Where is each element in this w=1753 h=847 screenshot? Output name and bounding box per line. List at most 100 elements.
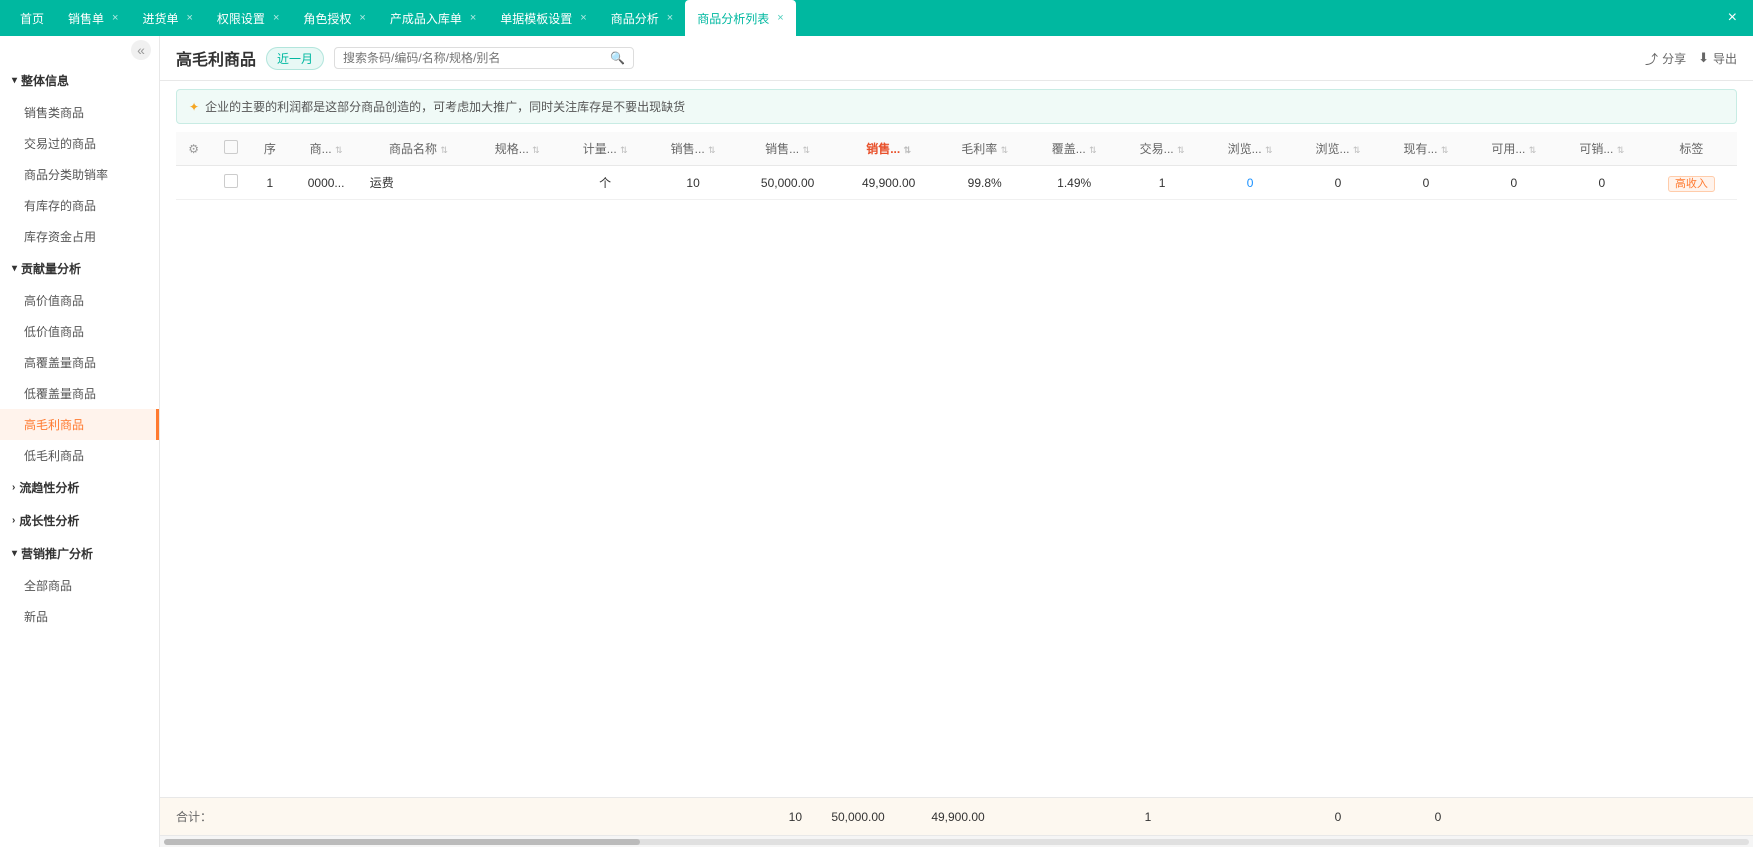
gear-icon[interactable]: ⚙ <box>188 142 199 156</box>
col-sales-cost[interactable]: 销售... ⇅ <box>838 132 939 166</box>
nav-close-product-analysis-list[interactable]: × <box>777 12 783 24</box>
nav-close-permission[interactable]: × <box>273 12 279 24</box>
nav-item-sales[interactable]: 销售单 × <box>56 0 130 36</box>
nav-close-product-inbound[interactable]: × <box>470 12 476 24</box>
search-input[interactable] <box>343 51 606 65</box>
cell-browse1[interactable]: 0 <box>1206 166 1294 200</box>
nav-item-purchase[interactable]: 进货单 × <box>130 0 204 36</box>
cell-available: 0 <box>1470 166 1558 200</box>
sidebar-item-low-coverage[interactable]: 低覆盖量商品 <box>0 378 159 409</box>
footer-sales-qty: 10 <box>228 810 808 824</box>
sidebar-item-all-goods[interactable]: 全部商品 <box>0 570 159 601</box>
sidebar-item-category-rate[interactable]: 商品分类助销率 <box>0 159 159 190</box>
cell-gear <box>176 166 211 200</box>
sort-icon-saleable: ⇅ <box>1617 145 1625 155</box>
footer-total: 合计： 10 50,000.00 49,900.00 1 0 0 <box>160 797 1753 835</box>
data-table: ⚙ 序 商... ⇅ 商品名称 ⇅ <box>176 132 1737 200</box>
sidebar-item-high-margin[interactable]: 高毛利商品 <box>0 409 159 440</box>
sort-icon-current-stock: ⇅ <box>1441 145 1449 155</box>
arrow-icon-marketing: ▾ <box>12 548 17 559</box>
sidebar-collapse[interactable]: « <box>0 36 159 64</box>
col-code[interactable]: 商... ⇅ <box>288 132 363 166</box>
sidebar-item-low-margin[interactable]: 低毛利商品 <box>0 440 159 471</box>
browse1-link[interactable]: 0 <box>1247 176 1254 190</box>
cell-spec <box>473 166 561 200</box>
col-spec[interactable]: 规格... ⇅ <box>473 132 561 166</box>
nav-close-sales[interactable]: × <box>112 12 118 24</box>
col-transaction[interactable]: 交易... ⇅ <box>1118 132 1206 166</box>
footer-sales-cost: 49,900.00 <box>908 810 1008 824</box>
sidebar-item-in-stock[interactable]: 有库存的商品 <box>0 190 159 221</box>
cell-browse2: 0 <box>1294 166 1382 200</box>
nav-item-home[interactable]: 首页 <box>8 0 56 36</box>
sort-icon-coverage: ⇅ <box>1089 145 1097 155</box>
sort-icon-sales-amount: ⇅ <box>803 145 811 155</box>
sidebar-group-marketing[interactable]: ▾ 营销推广分析 <box>0 537 159 570</box>
sidebar-item-stock-capital[interactable]: 库存资金占用 <box>0 221 159 252</box>
nav-item-product-inbound[interactable]: 产成品入库单 × <box>378 0 488 36</box>
col-tag[interactable]: 标签 <box>1646 132 1737 166</box>
search-icon[interactable]: 🔍 <box>610 51 625 65</box>
nav-close-role[interactable]: × <box>359 12 365 24</box>
footer-sales-amount: 50,000.00 <box>808 810 908 824</box>
horizontal-scrollbar[interactable] <box>160 835 1753 847</box>
nav-close-product-analysis[interactable]: × <box>667 12 673 24</box>
col-gear[interactable]: ⚙ <box>176 132 211 166</box>
sidebar-item-traded-goods[interactable]: 交易过的商品 <box>0 128 159 159</box>
cell-code[interactable]: 0000... <box>288 166 363 200</box>
sidebar-item-new-goods[interactable]: 新品 <box>0 601 159 632</box>
sort-icon-gross-margin: ⇅ <box>1001 145 1009 155</box>
sidebar-item-high-coverage[interactable]: 高覆盖量商品 <box>0 347 159 378</box>
collapse-icon[interactable]: « <box>131 40 151 60</box>
header-checkbox[interactable] <box>224 140 238 154</box>
col-saleable[interactable]: 可销... ⇅ <box>1558 132 1646 166</box>
scrollbar-track[interactable] <box>164 839 1749 845</box>
col-browse1[interactable]: 浏览... ⇅ <box>1206 132 1294 166</box>
cell-unit: 个 <box>561 166 649 200</box>
sort-icon-browse2: ⇅ <box>1353 145 1361 155</box>
col-index: 序 <box>251 132 288 166</box>
footer-values: 10 50,000.00 49,900.00 1 0 0 <box>228 810 1737 824</box>
sort-icon-transaction: ⇅ <box>1177 145 1185 155</box>
nav-close-all[interactable]: × <box>1720 9 1745 27</box>
export-button[interactable]: ⬇ 导出 <box>1698 50 1737 67</box>
col-name[interactable]: 商品名称 ⇅ <box>364 132 474 166</box>
filter-month-btn[interactable]: 近一月 <box>266 47 324 70</box>
nav-item-template[interactable]: 单据模板设置 × <box>488 0 598 36</box>
nav-close-template[interactable]: × <box>580 12 586 24</box>
footer-label: 合计： <box>176 808 212 825</box>
col-browse2[interactable]: 浏览... ⇅ <box>1294 132 1382 166</box>
share-button[interactable]: ⤴ 分享 <box>1645 49 1686 68</box>
nav-item-role[interactable]: 角色授权 × <box>291 0 377 36</box>
sort-icon-browse1: ⇅ <box>1265 145 1273 155</box>
sidebar-item-high-value[interactable]: 高价值商品 <box>0 285 159 316</box>
col-checkbox[interactable] <box>211 132 251 166</box>
col-sales-qty[interactable]: 销售... ⇅ <box>649 132 737 166</box>
footer-available: 0 <box>1388 810 1488 824</box>
sidebar-group-contribution[interactable]: ▾ 贡献量分析 <box>0 252 159 285</box>
nav-item-permission[interactable]: 权限设置 × <box>205 0 291 36</box>
cell-tag: 高收入 <box>1646 166 1737 200</box>
col-unit[interactable]: 计量... ⇅ <box>561 132 649 166</box>
nav-close-purchase[interactable]: × <box>186 12 192 24</box>
scrollbar-thumb[interactable] <box>164 839 640 845</box>
header-actions: ⤴ 分享 ⬇ 导出 <box>1645 49 1737 68</box>
sidebar-group-trend[interactable]: › 流趋性分析 <box>0 471 159 504</box>
col-gross-margin[interactable]: 毛利率 ⇅ <box>939 132 1030 166</box>
arrow-icon-overall: ▾ <box>12 75 17 86</box>
sidebar-group-overall[interactable]: ▾ 整体信息 <box>0 64 159 97</box>
cell-coverage: 1.49% <box>1030 166 1118 200</box>
cell-saleable: 0 <box>1558 166 1646 200</box>
col-current-stock[interactable]: 现有... ⇅ <box>1382 132 1470 166</box>
sidebar-item-sales-goods[interactable]: 销售类商品 <box>0 97 159 128</box>
nav-item-product-analysis-list[interactable]: 商品分析列表 × <box>685 0 795 36</box>
sidebar-group-growth[interactable]: › 成长性分析 <box>0 504 159 537</box>
col-available[interactable]: 可用... ⇅ <box>1470 132 1558 166</box>
col-coverage[interactable]: 覆盖... ⇅ <box>1030 132 1118 166</box>
cell-checkbox[interactable] <box>211 166 251 200</box>
sidebar-item-low-value[interactable]: 低价值商品 <box>0 316 159 347</box>
top-nav: 首页 销售单 × 进货单 × 权限设置 × 角色授权 × 产成品入库单 × 单据… <box>0 0 1753 36</box>
nav-item-product-analysis[interactable]: 商品分析 × <box>599 0 685 36</box>
tag-badge: 高收入 <box>1668 176 1715 192</box>
col-sales-amount[interactable]: 销售... ⇅ <box>737 132 838 166</box>
